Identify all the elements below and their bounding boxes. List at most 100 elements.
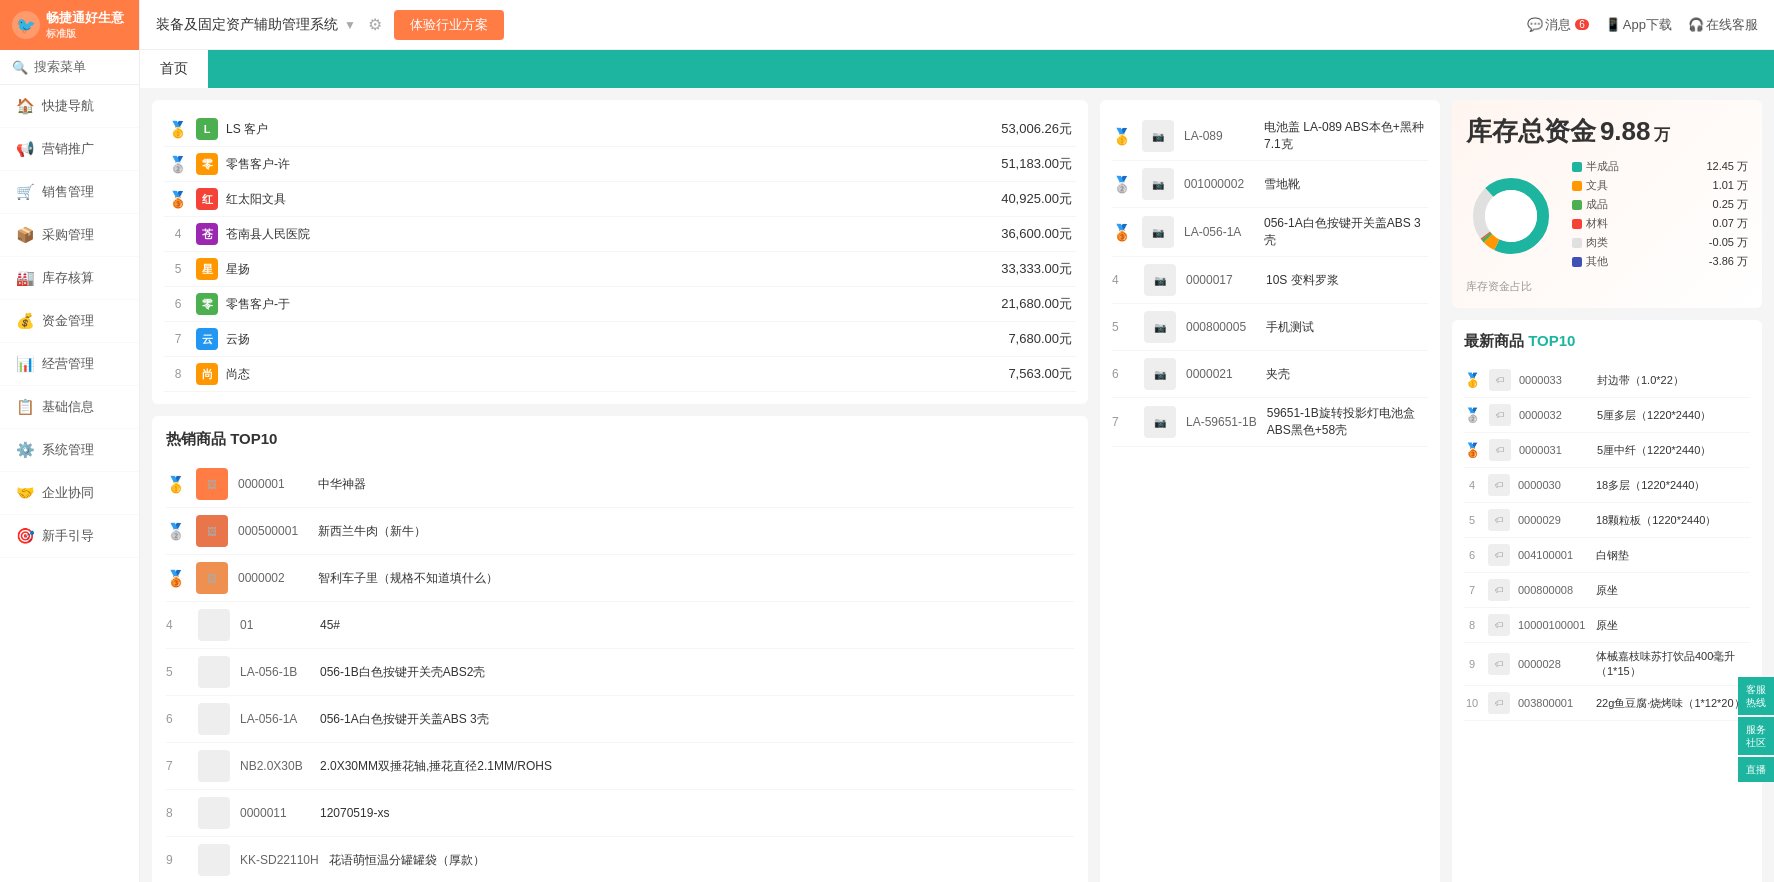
main-wrapper: 装备及固定资产辅助管理系统 ▼ ⚙ 体验行业方案 💬 消息 6 📱 App下载 … <box>140 0 1774 882</box>
sidebar-item-label: 基础信息 <box>42 398 94 416</box>
legend-label: 半成品 <box>1586 159 1702 174</box>
newest-product-row: 4 🏷 0000030 18多层（1220*2440） <box>1464 468 1750 503</box>
online-service-label: 在线客服 <box>1706 16 1758 34</box>
customer-badge: 星 <box>196 258 218 280</box>
customer-badge: 零 <box>196 293 218 315</box>
search-menu[interactable]: 🔍 搜索菜单 <box>0 50 139 85</box>
legend-label: 材料 <box>1586 216 1709 231</box>
customer-row: 🥇 L LS 客户 53,006.26元 <box>164 112 1076 147</box>
sidebar-item-system[interactable]: ⚙️ 系统管理 <box>0 429 139 472</box>
customer-row: 🥈 零 零售客户-许 51,183.00元 <box>164 147 1076 182</box>
customer-name: 尚态 <box>226 366 1000 383</box>
sidebar-item-enterprise[interactable]: 🤝 企业协同 <box>0 472 139 515</box>
legend-color-dot <box>1572 219 1582 229</box>
medal-icon: 🥇 <box>1464 372 1481 388</box>
product-name: 2.0X30MM双捶花轴,捶花直径2.1MM/ROHS <box>320 758 1074 775</box>
operations-icon: 📊 <box>16 355 34 373</box>
app-name: 畅捷通好生意 <box>46 9 124 27</box>
sidebar-item-label: 销售管理 <box>42 183 94 201</box>
customers-list: 🥇 L LS 客户 53,006.26元 🥈 零 零售客户-许 51,183.0… <box>164 112 1076 392</box>
product-name: 雪地靴 <box>1264 176 1428 193</box>
inventory-unit: 万 <box>1654 126 1670 143</box>
product-name: 056-1A白色按键开关盖ABS 3壳 <box>320 711 1074 728</box>
sidebar-item-label: 企业协同 <box>42 484 94 502</box>
hot-products-section: 热销商品 TOP10 🥇 🖼 0000001 中华神器 🥈 🖼 00050000… <box>152 416 1088 882</box>
float-service: 客服热线 服务社区 直播 <box>1738 677 1774 782</box>
rank-number: 4 <box>166 618 188 632</box>
product-name: 电池盖 LA-089 ABS本色+黑种 7.1克 <box>1264 119 1428 153</box>
product-name: 花语萌恒温分罐罐袋（厚款） <box>329 852 1074 869</box>
medal-icon: 🥉 <box>168 190 188 209</box>
inventory-legend: 半成品 12.45 万 文具 1.01 万 成品 0.25 万 材料 0.07 … <box>1572 159 1748 273</box>
app-download-area[interactable]: 📱 App下载 <box>1605 16 1672 34</box>
sidebar-item-label: 快捷导航 <box>42 97 94 115</box>
legend-item: 肉类 -0.05 万 <box>1572 235 1748 250</box>
product-row: 9 KK-SD22110H 花语萌恒温分罐罐袋（厚款） <box>166 837 1074 882</box>
customer-amount: 53,006.26元 <box>1001 120 1072 138</box>
app-version: 标准版 <box>46 27 124 41</box>
customer-amount: 33,333.00元 <box>1001 260 1072 278</box>
newest-product-row: 6 🏷 004100001 白钢垫 <box>1464 538 1750 573</box>
product-row: 7 NB2.0X30B 2.0X30MM双捶花轴,捶花直径2.1MM/ROHS <box>166 743 1074 790</box>
tab-home[interactable]: 首页 <box>140 50 208 88</box>
product-code: 0000028 <box>1518 658 1588 670</box>
donut-chart <box>1466 171 1556 261</box>
medal-icon: 🥇 <box>166 475 186 494</box>
gear-icon[interactable]: ⚙ <box>368 15 382 34</box>
medal-icon: 🥇 <box>168 120 188 139</box>
sidebar-item-operations[interactable]: 📊 经营管理 <box>0 343 139 386</box>
sidebar-item-inventory[interactable]: 🏭 库存核算 <box>0 257 139 300</box>
product-icon: 🏷 <box>1488 614 1510 636</box>
sidebar-item-label: 采购管理 <box>42 226 94 244</box>
product-name: 新西兰牛肉（新牛） <box>318 523 1074 540</box>
app-logo: 🐦 畅捷通好生意 标准版 <box>0 0 139 50</box>
rank-number: 8 <box>1464 619 1480 631</box>
rank-number: 7 <box>168 332 188 346</box>
search-icon: 🔍 <box>12 60 28 75</box>
new-sales-list: 🥇 📷 LA-089 电池盖 LA-089 ABS本色+黑种 7.1克 🥈 📷 … <box>1112 112 1428 447</box>
trial-button[interactable]: 体验行业方案 <box>394 10 504 40</box>
rank-number: 4 <box>168 227 188 241</box>
product-code: 0000002 <box>238 571 308 585</box>
sidebar-item-guide[interactable]: 🎯 新手引导 <box>0 515 139 558</box>
sidebar-item-finance[interactable]: 💰 资金管理 <box>0 300 139 343</box>
header: 装备及固定资产辅助管理系统 ▼ ⚙ 体验行业方案 💬 消息 6 📱 App下载 … <box>140 0 1774 50</box>
enterprise-icon: 🤝 <box>16 484 34 502</box>
rank-number: 9 <box>1464 658 1480 670</box>
product-code: 0000021 <box>1186 367 1256 381</box>
newest-product-row: 8 🏷 10000100001 原坐 <box>1464 608 1750 643</box>
new-sales-card: 🥇 📷 LA-089 电池盖 LA-089 ABS本色+黑种 7.1克 🥈 📷 … <box>1100 100 1440 882</box>
inventory-icon: 🏭 <box>16 269 34 287</box>
product-row: 🥈 🖼 000500001 新西兰牛肉（新牛） <box>166 508 1074 555</box>
product-thumbnail <box>198 609 230 641</box>
sidebar-item-quick-nav[interactable]: 🏠 快捷导航 <box>0 85 139 128</box>
product-name: 原坐 <box>1596 583 1750 598</box>
sidebar-item-marketing[interactable]: 📢 营销推广 <box>0 128 139 171</box>
newest-product-row: 5 🏷 0000029 18颗粒板（1220*2440） <box>1464 503 1750 538</box>
basic-info-icon: 📋 <box>16 398 34 416</box>
sidebar-item-sales[interactable]: 🛒 销售管理 <box>0 171 139 214</box>
message-area[interactable]: 💬 消息 6 <box>1527 16 1589 34</box>
message-label: 消息 <box>1545 16 1571 34</box>
sidebar-item-basic-info[interactable]: 📋 基础信息 <box>0 386 139 429</box>
legend-label: 成品 <box>1586 197 1709 212</box>
sidebar: 🐦 畅捷通好生意 标准版 🔍 搜索菜单 🏠 快捷导航 📢 营销推广 🛒 销售管理… <box>0 0 140 882</box>
float-btn-community[interactable]: 服务社区 <box>1738 717 1774 755</box>
product-name: 5厘多层（1220*2440） <box>1597 408 1750 423</box>
product-thumbnail: 📷 <box>1144 311 1176 343</box>
sidebar-item-purchase[interactable]: 📦 采购管理 <box>0 214 139 257</box>
customer-row: 7 云 云扬 7,680.00元 <box>164 322 1076 357</box>
product-code: 0000001 <box>238 477 308 491</box>
inventory-amount: 9.88 <box>1600 116 1651 146</box>
product-name: 18颗粒板（1220*2440） <box>1596 513 1750 528</box>
float-btn-hotline[interactable]: 客服热线 <box>1738 677 1774 715</box>
legend-label: 肉类 <box>1586 235 1705 250</box>
float-btn-live[interactable]: 直播 <box>1738 757 1774 782</box>
online-service-area[interactable]: 🎧 在线客服 <box>1688 16 1758 34</box>
newest-products-list: 🥇 🏷 0000033 封边带（1.0*22） 🥈 🏷 0000032 5厘多层… <box>1464 363 1750 721</box>
finance-icon: 💰 <box>16 312 34 330</box>
new-sales-row: 6 📷 0000021 夹壳 <box>1112 351 1428 398</box>
product-row: 8 0000011 12070519-xs <box>166 790 1074 837</box>
product-code: 000800008 <box>1518 584 1588 596</box>
product-name: 056-1B白色按键开关壳ABS2壳 <box>320 664 1074 681</box>
